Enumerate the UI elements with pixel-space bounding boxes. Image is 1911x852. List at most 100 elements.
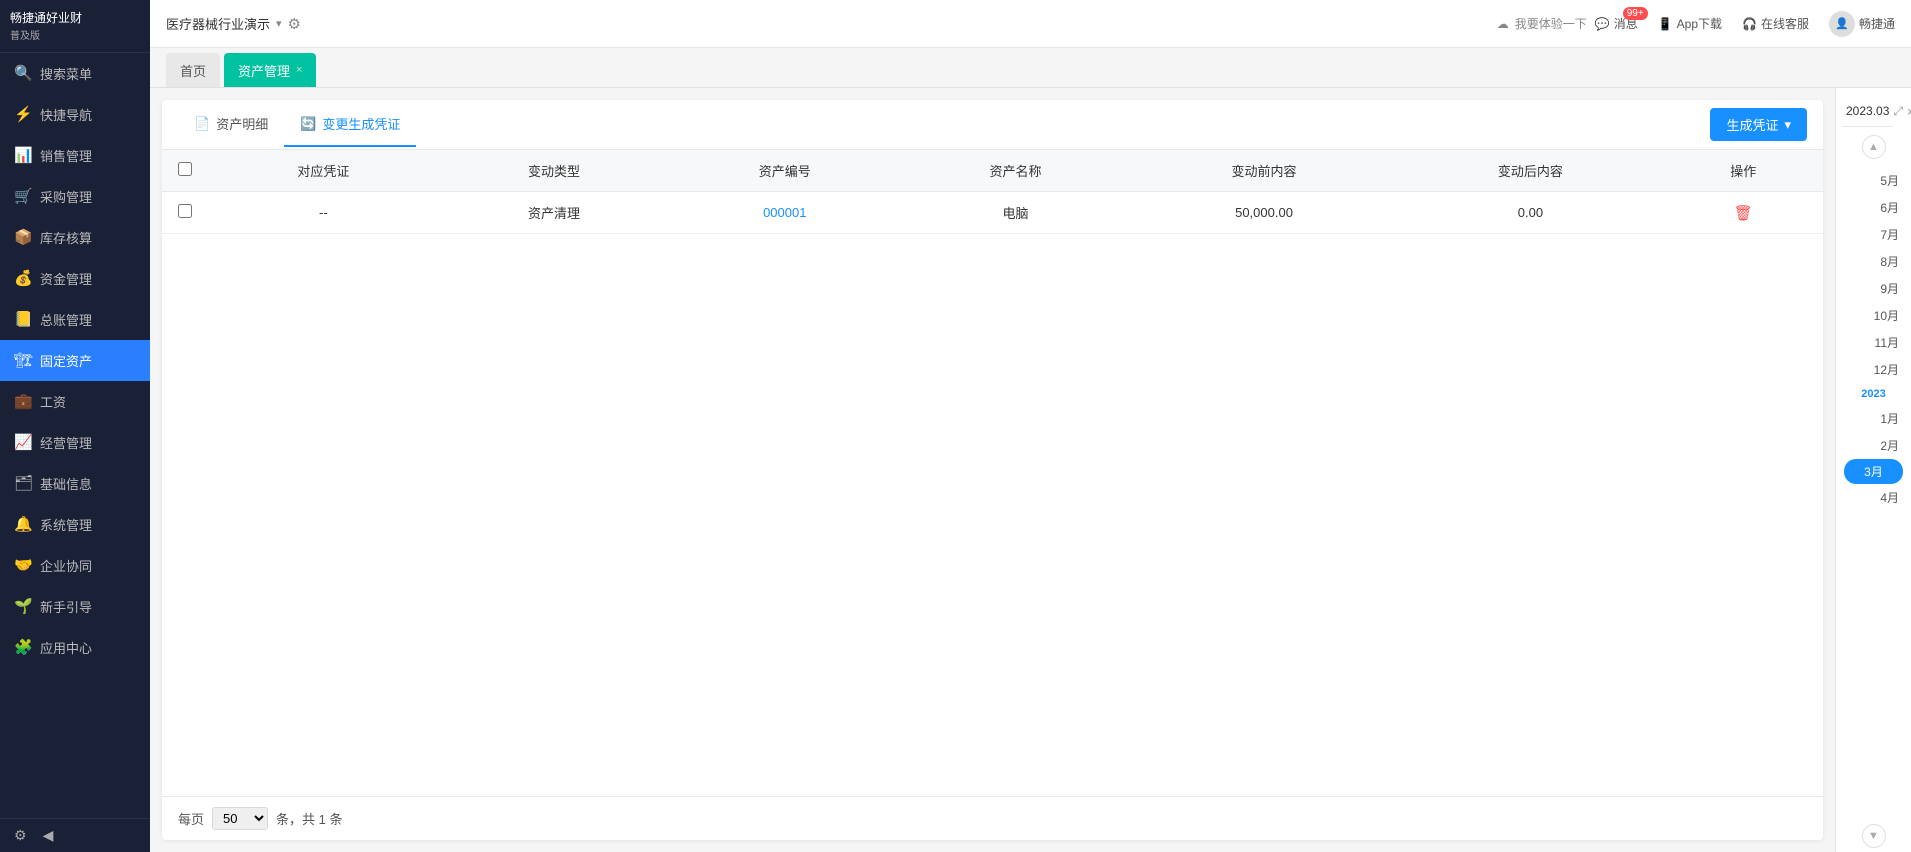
app-center-icon: 🧩 bbox=[14, 638, 32, 656]
company-name: 医疗器械行业演示 bbox=[166, 14, 270, 33]
quick-nav-icon: ⚡ bbox=[14, 105, 32, 123]
sidebar-item-fixed-assets[interactable]: 🏗 固定资产 bbox=[0, 340, 150, 381]
experience-btn[interactable]: ☁ 我要体验一下 bbox=[1497, 15, 1587, 32]
tab-close-icon[interactable]: × bbox=[296, 64, 302, 76]
cal-month-item[interactable]: 10月 bbox=[1836, 302, 1911, 329]
sub-tab-asset-detail[interactable]: 📄 资产明细 bbox=[178, 102, 284, 147]
page-content: 📄 资产明细 🔄 变更生成凭证 生成凭证 ▾ bbox=[162, 100, 1823, 840]
calendar-expand-icon[interactable]: ⤢ bbox=[1893, 104, 1903, 119]
cal-month-item[interactable]: 9月 bbox=[1836, 275, 1911, 302]
sidebar-logo: 畅捷通好业财 bbox=[10, 10, 82, 27]
cal-month-item[interactable]: 12月 bbox=[1836, 356, 1911, 383]
sidebar-item-search[interactable]: 🔍搜索菜单 bbox=[0, 53, 150, 94]
col-asset-name: 资产名称 bbox=[900, 150, 1131, 192]
sidebar-item-sales[interactable]: 📊销售管理 bbox=[0, 135, 150, 176]
sidebar-label-system: 系统管理 bbox=[40, 515, 92, 534]
system-icon: 🔔 bbox=[14, 515, 32, 533]
cal-month-item[interactable]: 2月 bbox=[1836, 432, 1911, 459]
salary-icon: 💼 bbox=[14, 392, 32, 410]
messages-btn[interactable]: 💬 消息 99+ bbox=[1595, 15, 1638, 32]
sidebar-item-enterprise[interactable]: 🤝 企业协同 bbox=[0, 545, 150, 586]
ledger-icon: 📒 bbox=[14, 310, 32, 328]
sidebar-item-system[interactable]: 🔔 系统管理 bbox=[0, 504, 150, 545]
sidebar-version: 普及版 bbox=[10, 27, 82, 42]
sidebar-item-salary[interactable]: 💼 工资 bbox=[0, 381, 150, 422]
tab-home-label: 首页 bbox=[180, 61, 206, 80]
generate-dropdown-icon: ▾ bbox=[1784, 117, 1791, 133]
fixed-assets-icon: 🏗 bbox=[14, 351, 32, 369]
cal-month-item[interactable]: 1月 bbox=[1836, 405, 1911, 432]
sidebar-item-operations[interactable]: 📈 经营管理 bbox=[0, 422, 150, 463]
asset-detail-label: 资产明细 bbox=[216, 114, 268, 133]
dropdown-icon[interactable]: ▾ bbox=[276, 17, 282, 30]
row-asset-code: 000001 bbox=[669, 192, 900, 234]
inventory-icon: 📦 bbox=[14, 228, 32, 246]
enterprise-icon: 🤝 bbox=[14, 556, 32, 574]
settings-icon[interactable]: ⚙ bbox=[288, 15, 301, 33]
change-voucher-icon: 🔄 bbox=[300, 116, 316, 132]
generate-label: 生成凭证 bbox=[1726, 115, 1778, 134]
main-area: 医疗器械行业演示 ▾ ⚙ ☁ 我要体验一下 💬 消息 99+ 📱 App下载 🎧… bbox=[150, 0, 1911, 852]
cal-month-item[interactable]: 7月 bbox=[1836, 221, 1911, 248]
generate-voucher-button[interactable]: 生成凭证 ▾ bbox=[1710, 108, 1807, 141]
sidebar-item-guide[interactable]: 🌱新手引导 bbox=[0, 586, 150, 627]
app-icon: 📱 bbox=[1658, 17, 1673, 31]
search-icon: 🔍 bbox=[14, 64, 32, 82]
calendar-panel: 2023.03 ⤢ × ▲ 5月6月7月8月9月10月11月12月20231月2… bbox=[1835, 88, 1911, 852]
row-checkbox-cell bbox=[162, 192, 208, 234]
purchase-icon: 🛒 bbox=[14, 187, 32, 205]
online-service-btn[interactable]: 🎧 在线客服 bbox=[1742, 15, 1809, 32]
sub-tabs-row: 📄 资产明细 🔄 变更生成凭证 生成凭证 ▾ bbox=[162, 100, 1823, 150]
cal-month-item[interactable]: 4月 bbox=[1836, 484, 1911, 511]
tabbar: 首页 资产管理 × bbox=[150, 48, 1911, 88]
sidebar-label-enterprise: 企业协同 bbox=[40, 556, 92, 575]
sidebar-label-basic-info: 基础信息 bbox=[40, 474, 92, 493]
sidebar-item-app-center[interactable]: 🧩应用中心 bbox=[0, 627, 150, 668]
sidebar-item-inventory[interactable]: 📦 库存核算 bbox=[0, 217, 150, 258]
sidebar-label-fixed-assets: 固定资产 bbox=[40, 351, 92, 370]
row-checkbox[interactable] bbox=[178, 204, 192, 218]
messages-badge: 99+ bbox=[1623, 7, 1648, 20]
sidebar-item-quick-nav[interactable]: ⚡快捷导航 bbox=[0, 94, 150, 135]
user-label: 畅捷通 bbox=[1859, 15, 1895, 32]
calendar-close-icon[interactable]: × bbox=[1907, 104, 1911, 119]
tab-home[interactable]: 首页 bbox=[166, 53, 220, 87]
cal-month-item[interactable]: 5月 bbox=[1836, 167, 1911, 194]
tab-asset-mgmt[interactable]: 资产管理 × bbox=[224, 53, 316, 87]
delete-icon[interactable]: 🗑 bbox=[1734, 205, 1753, 222]
sidebar-item-finance[interactable]: 💰资金管理 bbox=[0, 258, 150, 299]
per-page-select[interactable]: 10 20 50 100 bbox=[212, 807, 268, 830]
up-arrow-icon[interactable]: ▲ bbox=[1862, 135, 1886, 159]
sales-icon: 📊 bbox=[14, 146, 32, 164]
sub-tab-change-voucher[interactable]: 🔄 变更生成凭证 bbox=[284, 102, 416, 147]
change-voucher-label: 变更生成凭证 bbox=[322, 114, 400, 133]
sidebar-label-inventory: 库存核算 bbox=[40, 228, 92, 247]
sidebar-item-purchase[interactable]: 🛒 采购管理 bbox=[0, 176, 150, 217]
asset-detail-icon: 📄 bbox=[194, 116, 210, 132]
down-arrow-icon[interactable]: ▼ bbox=[1862, 824, 1886, 848]
sidebar-item-ledger[interactable]: 📒 总账管理 bbox=[0, 299, 150, 340]
service-icon: 🎧 bbox=[1742, 17, 1757, 31]
sidebar-label-operations: 经营管理 bbox=[40, 433, 92, 452]
collapse-icon[interactable]: ◀ bbox=[43, 827, 54, 844]
operations-icon: 📈 bbox=[14, 433, 32, 451]
calendar-scroll-up[interactable]: ▲ bbox=[1836, 131, 1911, 163]
sidebar-label-ledger: 总账管理 bbox=[40, 310, 92, 329]
cal-month-item[interactable]: 11月 bbox=[1836, 329, 1911, 356]
sidebar-label-salary: 工资 bbox=[40, 392, 66, 411]
select-all-checkbox[interactable] bbox=[178, 162, 192, 176]
sidebar-item-basic-info[interactable]: 🗂基础信息 bbox=[0, 463, 150, 504]
cal-month-item[interactable]: 6月 bbox=[1836, 194, 1911, 221]
calendar-scroll: 5月6月7月8月9月10月11月12月20231月2月3月4月 bbox=[1836, 163, 1911, 820]
app-download-btn[interactable]: 📱 App下载 bbox=[1658, 15, 1722, 32]
cal-month-item[interactable]: 8月 bbox=[1836, 248, 1911, 275]
settings-icon[interactable]: ⚙ bbox=[14, 827, 27, 844]
table-header-row: 对应凭证 变动类型 资产编号 资产名称 变动前内容 变动后内容 操作 bbox=[162, 150, 1823, 192]
cal-current-month[interactable]: 3月 bbox=[1844, 459, 1903, 484]
table-footer: 每页 10 20 50 100 条，共 1 条 bbox=[162, 796, 1823, 840]
user-profile-btn[interactable]: 👤 畅捷通 bbox=[1829, 11, 1895, 37]
sidebar-label-purchase: 采购管理 bbox=[40, 187, 92, 206]
row-action: 🗑 bbox=[1664, 192, 1823, 234]
sidebar-label-guide: 新手引导 bbox=[40, 597, 92, 616]
calendar-scroll-down[interactable]: ▼ bbox=[1836, 820, 1911, 852]
